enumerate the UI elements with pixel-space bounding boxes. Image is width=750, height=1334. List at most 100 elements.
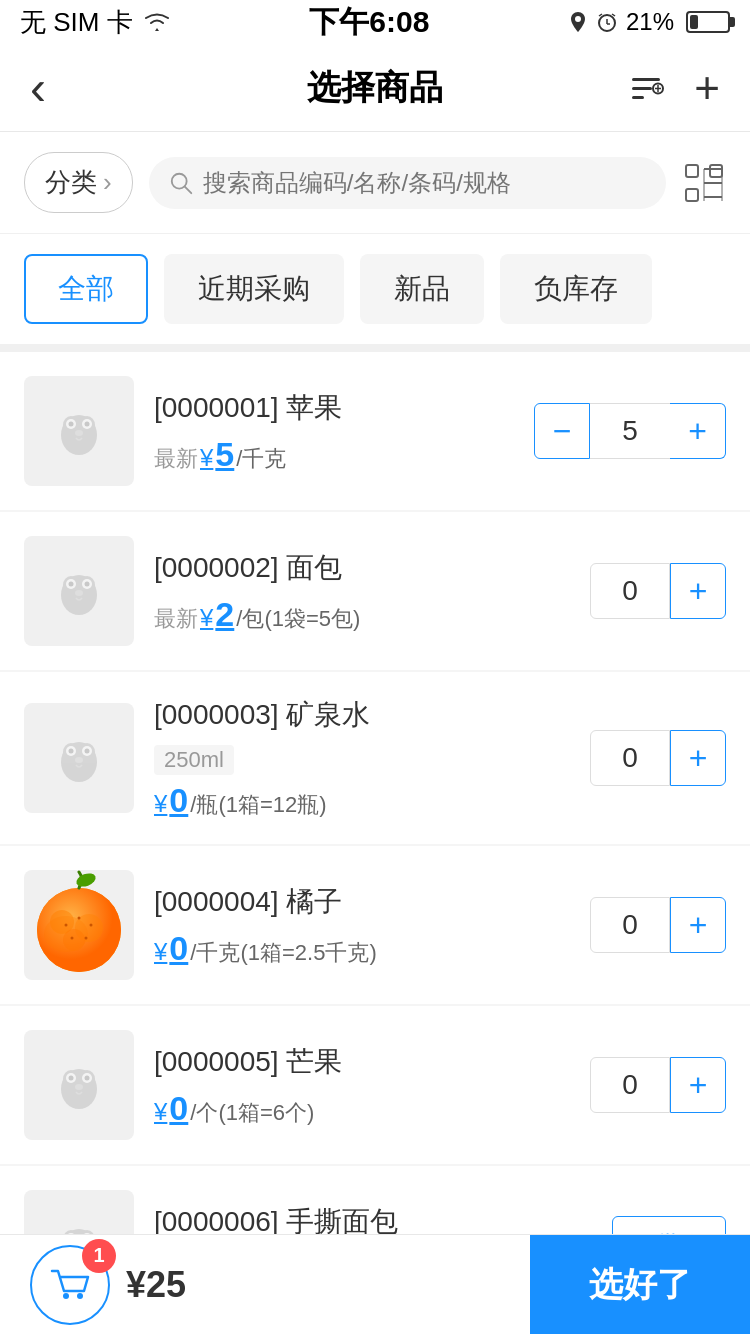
product-image [24,870,134,980]
product-price: ¥ 0 /瓶(1箱=12瓶) [154,781,570,820]
cart-total: ¥25 [126,1264,186,1306]
svg-point-45 [75,757,83,763]
svg-point-49 [75,871,98,889]
product-price: ¥ 0 /个(1箱=6个) [154,1089,570,1128]
search-box[interactable] [149,157,666,209]
status-bar: 无 SIM 卡 下午6:08 21% [0,0,750,44]
back-button[interactable]: ‹ [30,60,46,115]
tab-new[interactable]: 新品 [360,254,484,324]
scan-icon[interactable] [682,161,726,205]
svg-point-54 [78,917,81,920]
battery-percent: 21% [626,8,674,36]
qty-minus-button[interactable]: − [534,403,590,459]
nav-actions: + [628,63,720,113]
search-input[interactable] [203,169,646,197]
price-value: 5 [215,435,234,474]
svg-point-53 [65,924,68,927]
qty-input[interactable] [590,1057,670,1113]
svg-point-57 [71,937,74,940]
product-item: [0000003] 矿泉水 250ml ¥ 0 /瓶(1箱=12瓶) + [0,672,750,844]
add-button[interactable]: + [694,63,720,113]
price-unit: /千克 [236,444,286,474]
svg-line-4 [599,14,602,16]
filter-bar: 分类 › [0,132,750,234]
price-yuan: ¥ [200,444,213,472]
status-left: 无 SIM 卡 [20,5,171,40]
product-item: [0000005] 芒果 ¥ 0 /个(1箱=6个) + [0,1006,750,1164]
svg-point-37 [75,590,83,596]
price-value: 0 [169,781,188,820]
product-info: [0000004] 橘子 ¥ 0 /千克(1箱=2.5千克) [154,883,570,968]
tab-negative[interactable]: 负库存 [500,254,652,324]
qty-plus-button[interactable]: + [670,730,726,786]
battery-icon [686,11,730,33]
svg-rect-16 [710,165,722,177]
confirm-button[interactable]: 选好了 [530,1235,750,1335]
price-unit: /千克(1箱=2.5千克) [190,938,376,968]
qty-plus-button[interactable]: + [670,1057,726,1113]
product-name: [0000002] 面包 [154,549,570,587]
product-thumb [24,1030,134,1140]
price-value: 2 [215,595,234,634]
svg-point-27 [69,422,74,427]
product-info: [0000002] 面包 最新 ¥ 2 /包(1袋=5包) [154,549,570,634]
location-icon [568,10,588,34]
product-item: [0000002] 面包 最新 ¥ 2 /包(1袋=5包) + [0,512,750,670]
tab-all[interactable]: 全部 [24,254,148,324]
qty-control: + [590,897,726,953]
cart-icon [50,1267,90,1303]
tabs-bar: 全部近期采购新品负库存 [0,234,750,352]
status-right: 21% [568,8,730,36]
product-name: [0000005] 芒果 [154,1043,570,1081]
svg-point-35 [69,582,74,587]
svg-point-0 [575,16,581,22]
qty-plus-button[interactable]: + [670,403,726,459]
filter-icon[interactable] [628,70,664,106]
svg-point-63 [69,1076,74,1081]
wifi-icon [143,12,171,32]
product-info: [0000003] 矿泉水 250ml ¥ 0 /瓶(1箱=12瓶) [154,696,570,820]
qty-plus-button[interactable]: + [670,897,726,953]
product-info: [0000005] 芒果 ¥ 0 /个(1箱=6个) [154,1043,570,1128]
cart-area: 1 ¥25 [0,1245,530,1325]
page-title: 选择商品 [307,65,443,111]
status-time: 下午6:08 [309,2,429,43]
svg-rect-14 [686,165,698,177]
svg-point-55 [90,924,93,927]
category-button[interactable]: 分类 › [24,152,133,213]
qty-control: + [590,563,726,619]
product-price: ¥ 0 /千克(1箱=2.5千克) [154,929,570,968]
svg-point-28 [85,422,90,427]
product-item: [0000001] 苹果 最新 ¥ 5 /千克 − + [0,352,750,510]
svg-point-64 [85,1076,90,1081]
product-thumb [24,703,134,813]
carrier-label: 无 SIM 卡 [20,5,133,40]
qty-input[interactable] [590,403,670,459]
price-yuan: ¥ [154,790,167,818]
svg-line-5 [612,14,615,16]
qty-input[interactable] [590,730,670,786]
category-label: 分类 [45,165,97,200]
svg-rect-8 [632,96,644,99]
price-yuan: ¥ [154,938,167,966]
qty-plus-button[interactable]: + [670,563,726,619]
price-unit: /个(1箱=6个) [190,1098,314,1128]
product-name: [0000001] 苹果 [154,389,514,427]
product-info: [0000001] 苹果 最新 ¥ 5 /千克 [154,389,514,474]
cart-button[interactable]: 1 [30,1245,110,1325]
product-list: [0000001] 苹果 最新 ¥ 5 /千克 − + [0000002] 面包 [0,352,750,1334]
nav-bar: ‹ 选择商品 + [0,44,750,132]
product-name: [0000004] 橘子 [154,883,570,921]
price-unit: /包(1袋=5包) [236,604,360,634]
svg-point-82 [63,1293,69,1299]
price-label: 最新 [154,444,198,474]
qty-input[interactable] [590,897,670,953]
product-price: 最新 ¥ 5 /千克 [154,435,514,474]
product-item: [0000004] 橘子 ¥ 0 /千克(1箱=2.5千克) + [0,846,750,1004]
svg-rect-6 [632,78,660,81]
product-thumb [24,376,134,486]
svg-point-56 [85,937,88,940]
svg-point-52 [63,929,85,951]
qty-input[interactable] [590,563,670,619]
tab-recent[interactable]: 近期采购 [164,254,344,324]
